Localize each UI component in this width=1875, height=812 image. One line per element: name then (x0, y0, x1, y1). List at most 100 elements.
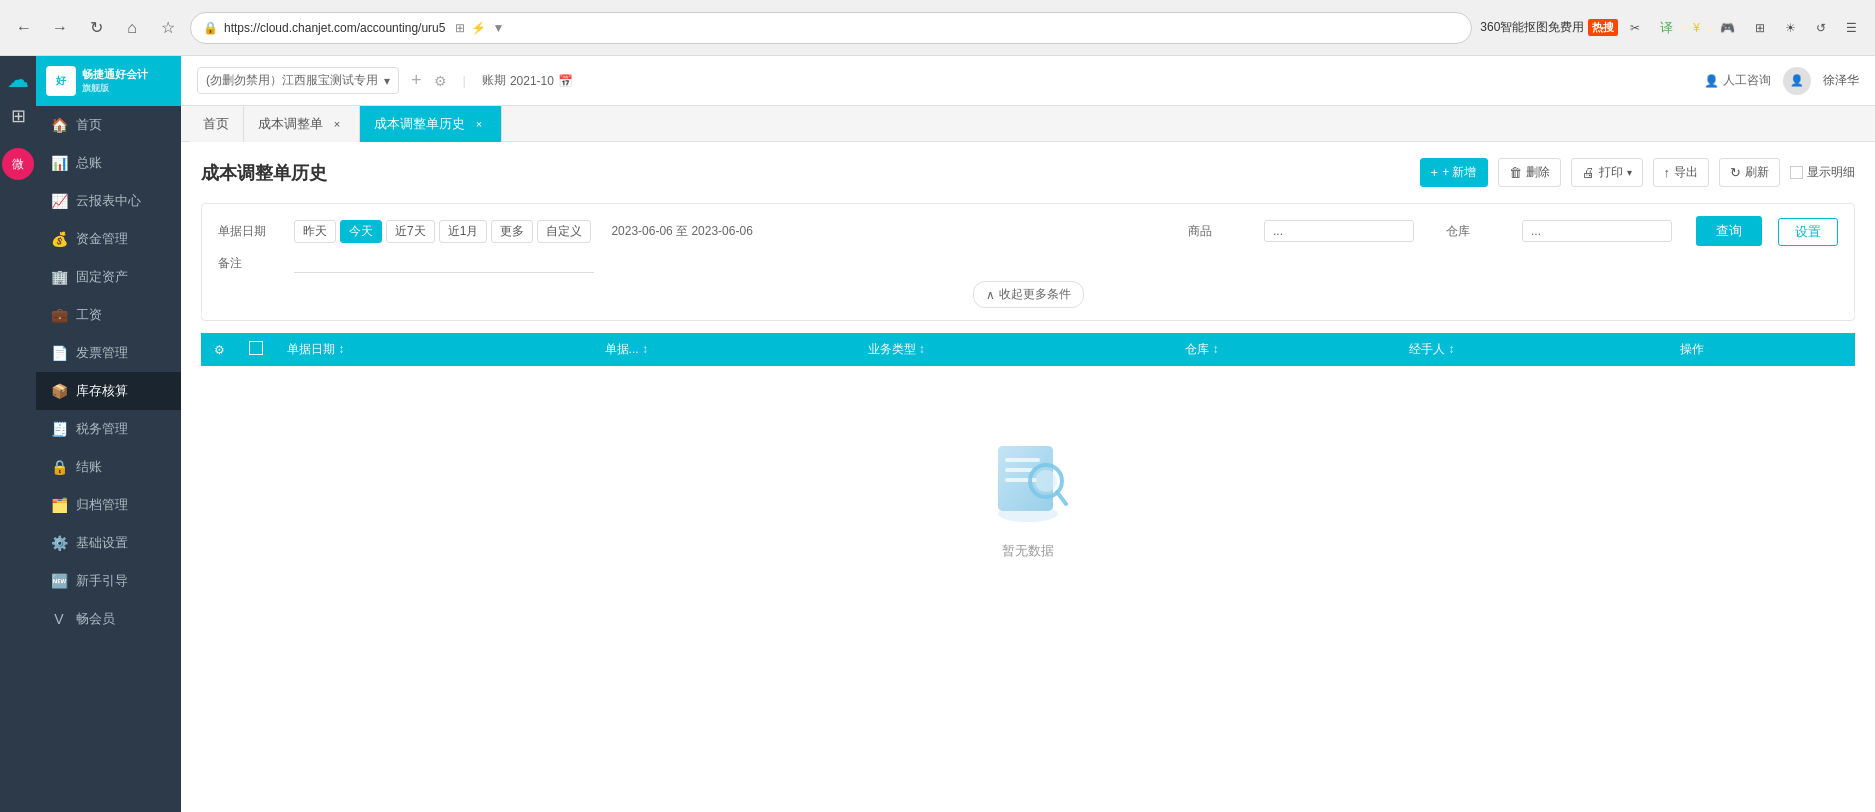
remark-input[interactable] (294, 254, 594, 273)
user-avatar[interactable]: 👤 (1783, 67, 1811, 95)
game-button[interactable]: 🎮 (1712, 17, 1743, 39)
tab-cost-adjust-history[interactable]: 成本调整单历史 × (360, 106, 502, 142)
svg-rect-3 (1005, 458, 1040, 462)
toolbar-actions: + + 新增 🗑 删除 🖨 打印 ▾ ↑ 导出 (1420, 158, 1855, 187)
sidebar-item-guide[interactable]: 🆕 新手引导 (36, 562, 181, 600)
customer-service-button[interactable]: 👤 人工咨询 (1704, 72, 1771, 89)
col-operator: 经手人 ↕ (1397, 333, 1668, 366)
operator-sort-icon[interactable]: ↕ (1448, 342, 1454, 356)
sidebar-item-vip[interactable]: V 畅会员 (36, 600, 181, 638)
add-account-button[interactable]: + (411, 70, 422, 91)
goods-filter-label: 商品 (1188, 223, 1248, 240)
col-biz-type: 业务类型 ↕ (856, 333, 1174, 366)
number-sort-icon[interactable]: ↕ (642, 342, 648, 356)
warehouse-select[interactable]: ... (1522, 220, 1672, 242)
address-bar[interactable]: 🔒 https://cloud.chanjet.com/accounting/u… (190, 12, 1472, 44)
sidebar-item-payroll[interactable]: 💼 工资 (36, 296, 181, 334)
dropdown-icon[interactable]: ▼ (492, 21, 504, 35)
print-icon: 🖨 (1582, 165, 1595, 180)
settings-gear-button[interactable]: ⚙ (434, 73, 447, 89)
last7days-btn[interactable]: 近7天 (386, 220, 435, 243)
icon-bar-weibo[interactable]: 微 (2, 148, 34, 180)
fixed-assets-icon: 🏢 (50, 269, 68, 285)
sidebar-item-inventory[interactable]: 📦 库存核算 (36, 372, 181, 410)
sidebar-item-funds[interactable]: 💰 资金管理 (36, 220, 181, 258)
query-button[interactable]: 查询 (1696, 216, 1762, 246)
tab-cost-adjust-close[interactable]: × (329, 116, 345, 132)
sidebar-item-tax[interactable]: 🧾 税务管理 (36, 410, 181, 448)
col-action: 操作 (1668, 333, 1855, 366)
delete-button[interactable]: 🗑 删除 (1498, 158, 1561, 187)
export-label: 导出 (1674, 164, 1698, 181)
col-check[interactable] (237, 333, 275, 366)
sidebar-item-settings[interactable]: ⚙️ 基础设置 (36, 524, 181, 562)
menu-button[interactable]: ☰ (1838, 17, 1865, 39)
filter-row-date: 单据日期 昨天 今天 近7天 近1月 更多 自定义 2023-06-06 至 2… (218, 216, 1838, 246)
empty-state-text: 暂无数据 (1002, 542, 1054, 560)
page-title-row: 成本调整单历史 + + 新增 🗑 删除 🖨 打印 ▾ (201, 158, 1855, 187)
scissors-button[interactable]: ✂ (1622, 17, 1648, 39)
browser-chrome: ← → ↻ ⌂ ☆ 🔒 https://cloud.chanjet.com/ac… (0, 0, 1875, 56)
display-cols-toggle[interactable]: 显示明细 (1790, 164, 1855, 181)
export-button[interactable]: ↑ 导出 (1653, 158, 1710, 187)
date-quick-buttons: 昨天 今天 近7天 近1月 更多 自定义 (294, 220, 591, 243)
col-action-label: 操作 (1680, 342, 1704, 356)
date-sort-icon[interactable]: ↕ (338, 342, 344, 356)
gear-icon[interactable]: ⚙ (214, 343, 225, 357)
undo-button[interactable]: ↺ (1808, 17, 1834, 39)
icon-bar: ☁ ⊞ 微 (0, 56, 36, 812)
sidebar: 好 畅捷通好会计 旗舰版 🏠 首页 📊 总账 📈 云报表中心 💰 资金管理 (36, 56, 181, 812)
biz-type-sort-icon[interactable]: ↕ (919, 342, 925, 356)
col-gear[interactable]: ⚙ (201, 333, 237, 366)
tab-cost-adjust-history-close[interactable]: × (471, 116, 487, 132)
icon-bar-cloud[interactable]: ☁ (2, 64, 34, 96)
back-button[interactable]: ← (10, 14, 38, 42)
period-value: 2021-10 (510, 74, 554, 88)
sidebar-item-general[interactable]: 📊 总账 (36, 144, 181, 182)
sidebar-label-inventory: 库存核算 (76, 382, 128, 400)
sidebar-item-invoice[interactable]: 📄 发票管理 (36, 334, 181, 372)
warehouse-sort-icon[interactable]: ↕ (1212, 342, 1218, 356)
hot-search-text[interactable]: 360智能抠图免费用 (1480, 19, 1584, 36)
header-right: 👤 人工咨询 👤 徐泽华 (1704, 67, 1859, 95)
sidebar-label-funds: 资金管理 (76, 230, 128, 248)
today-btn[interactable]: 今天 (340, 220, 382, 243)
home-browser-button[interactable]: ⌂ (118, 14, 146, 42)
refresh-button[interactable]: ↻ 刷新 (1719, 158, 1780, 187)
account-selector[interactable]: (勿删勿禁用）江西服宝测试专用 ▾ (197, 67, 399, 94)
print-dropdown-icon[interactable]: ▾ (1627, 167, 1632, 178)
service-label: 人工咨询 (1723, 72, 1771, 89)
coin-button[interactable]: ¥ (1685, 17, 1708, 39)
goods-select[interactable]: ... (1264, 220, 1414, 242)
tab-cost-adjust[interactable]: 成本调整单 × (244, 106, 360, 142)
goods-ellipsis: ... (1273, 224, 1283, 238)
last1month-btn[interactable]: 近1月 (439, 220, 488, 243)
col-number: 单据... ↕ (593, 333, 856, 366)
sidebar-item-fixed-assets[interactable]: 🏢 固定资产 (36, 258, 181, 296)
yesterday-btn[interactable]: 昨天 (294, 220, 336, 243)
icon-bar-home[interactable]: ⊞ (2, 100, 34, 132)
translate-button[interactable]: 译 (1652, 15, 1681, 41)
display-cols-checkbox[interactable] (1790, 166, 1803, 179)
sidebar-item-reports[interactable]: 📈 云报表中心 (36, 182, 181, 220)
sidebar-item-archive[interactable]: 🗂️ 归档管理 (36, 486, 181, 524)
filter-settings-button[interactable]: 设置 (1778, 218, 1838, 246)
grid-button[interactable]: ⊞ (1747, 17, 1773, 39)
brightness-button[interactable]: ☀ (1777, 17, 1804, 39)
refresh-button[interactable]: ↻ (82, 14, 110, 42)
collapse-button[interactable]: ∧ 收起更多条件 (973, 281, 1084, 308)
bookmark-button[interactable]: ☆ (154, 14, 182, 42)
app-container: ☁ ⊞ 微 好 畅捷通好会计 旗舰版 🏠 首页 📊 总账 📈 云报表中心 (0, 56, 1875, 812)
table-body: 暂无数据 (201, 366, 1855, 620)
filter-row-remark: 备注 (218, 254, 1838, 273)
sidebar-item-closing[interactable]: 🔒 结账 (36, 448, 181, 486)
print-button[interactable]: 🖨 打印 ▾ (1571, 158, 1643, 187)
select-all-checkbox[interactable] (249, 341, 263, 355)
forward-button[interactable]: → (46, 14, 74, 42)
calendar-icon[interactable]: 📅 (558, 74, 573, 88)
new-button[interactable]: + + 新增 (1420, 158, 1488, 187)
sidebar-item-home[interactable]: 🏠 首页 (36, 106, 181, 144)
more-btn[interactable]: 更多 (491, 220, 533, 243)
custom-btn[interactable]: 自定义 (537, 220, 591, 243)
tab-home[interactable]: 首页 (189, 106, 244, 142)
